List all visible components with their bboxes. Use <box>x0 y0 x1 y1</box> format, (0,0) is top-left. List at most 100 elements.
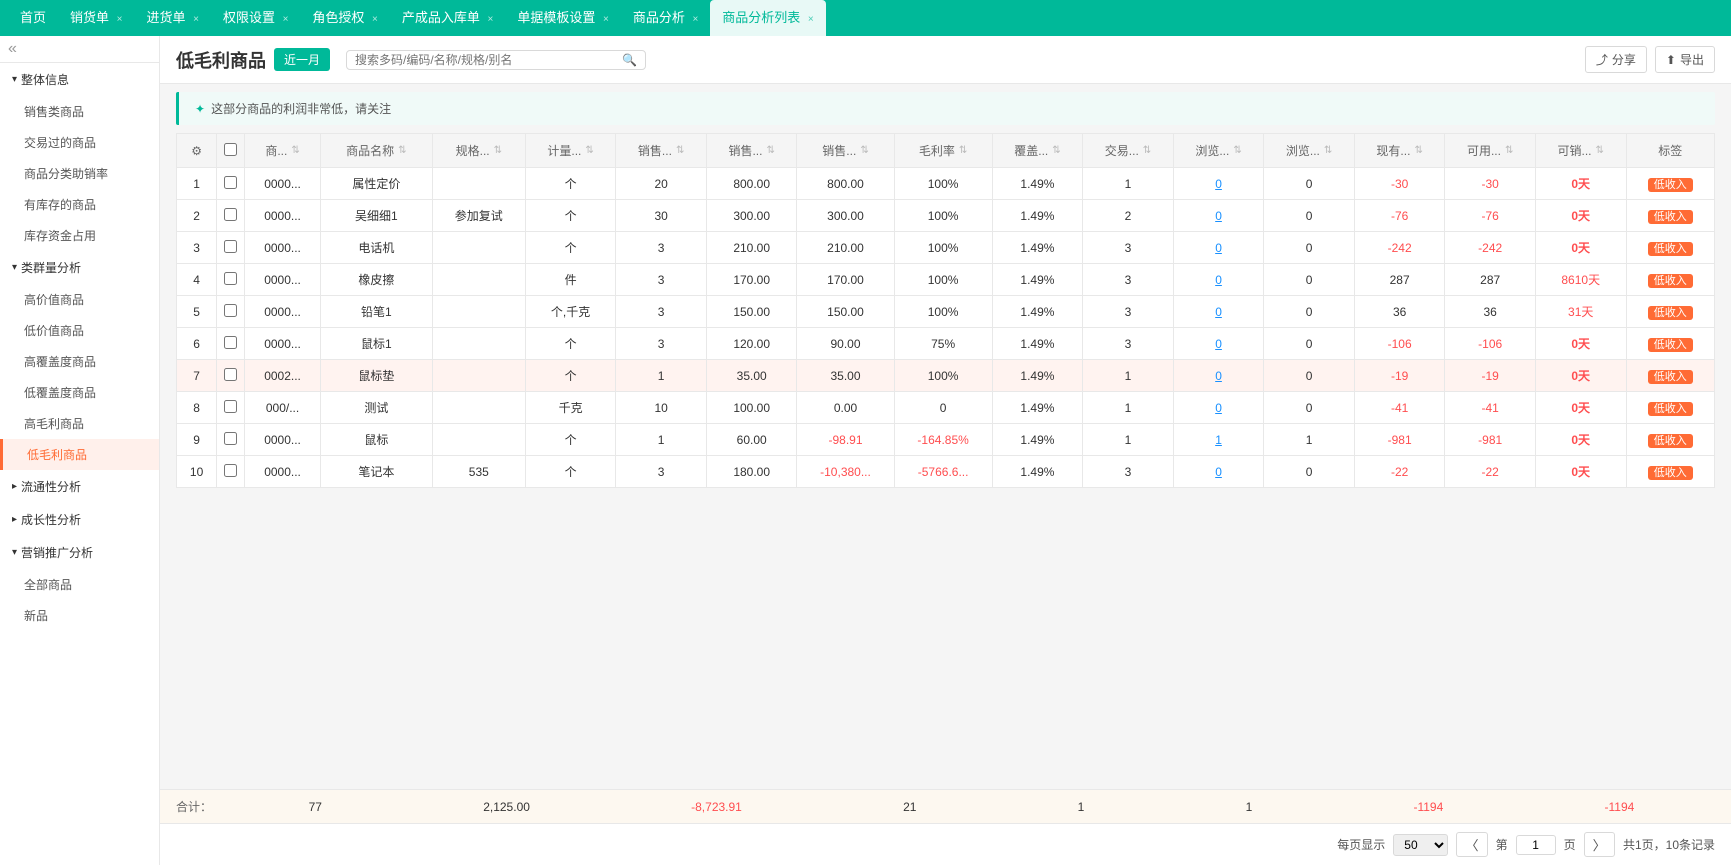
row-select-checkbox[interactable] <box>224 400 237 413</box>
sidebar-item-new-goods[interactable]: 新品 <box>0 600 159 631</box>
nav-permission[interactable]: 权限设置 × <box>211 0 300 36</box>
time-filter-button[interactable]: 近一月 <box>274 48 330 71</box>
th-browse1[interactable]: 浏览...⇅ <box>1173 134 1264 168</box>
page-number-input[interactable] <box>1516 835 1556 855</box>
nav-template[interactable]: 单据模板设置 × <box>505 0 620 36</box>
row-checkbox[interactable] <box>217 296 245 328</box>
th-coverage[interactable]: 覆盖...⇅ <box>992 134 1083 168</box>
nav-close-purchase[interactable]: × <box>193 14 199 25</box>
export-button[interactable]: ⬆ 导出 <box>1655 46 1715 73</box>
row-checkbox[interactable] <box>217 168 245 200</box>
sidebar-collapse-btn[interactable]: « <box>8 40 17 58</box>
next-page-button[interactable]: 〉 <box>1584 832 1615 857</box>
sidebar-group-cluster-header[interactable]: ▾ 类群量分析 <box>0 251 159 284</box>
nav-role[interactable]: 角色授权 × <box>300 0 389 36</box>
row-browse1[interactable]: 0 <box>1173 200 1264 232</box>
row-checkbox[interactable] <box>217 232 245 264</box>
browse1-link[interactable]: 1 <box>1215 433 1222 447</box>
th-unit[interactable]: 计量...⇅ <box>525 134 616 168</box>
row-select-checkbox[interactable] <box>224 208 237 221</box>
browse1-link[interactable]: 0 <box>1215 241 1222 255</box>
sidebar-group-overall-header[interactable]: ▾ 整体信息 <box>0 63 159 96</box>
browse1-link[interactable]: 0 <box>1215 369 1222 383</box>
row-select-checkbox[interactable] <box>224 368 237 381</box>
nav-close-product-entry[interactable]: × <box>488 14 494 25</box>
th-spec[interactable]: 规格...⇅ <box>432 134 525 168</box>
nav-close-template[interactable]: × <box>603 14 609 25</box>
table-container[interactable]: ⚙ 商...⇅ 商品名称⇅ 规格...⇅ 计量...⇅ 销售...⇅ 销售...… <box>160 133 1731 789</box>
row-select-checkbox[interactable] <box>224 464 237 477</box>
browse1-link[interactable]: 0 <box>1215 465 1222 479</box>
row-select-checkbox[interactable] <box>224 304 237 317</box>
settings-icon[interactable]: ⚙ <box>191 144 202 158</box>
th-sales2[interactable]: 销售...⇅ <box>706 134 797 168</box>
th-browse2[interactable]: 浏览...⇅ <box>1264 134 1355 168</box>
nav-close-sales[interactable]: × <box>117 14 123 25</box>
row-checkbox[interactable] <box>217 392 245 424</box>
th-name[interactable]: 商品名称⇅ <box>320 134 432 168</box>
row-browse1[interactable]: 0 <box>1173 264 1264 296</box>
sidebar-item-category-assist[interactable]: 商品分类助销率 <box>0 158 159 189</box>
th-settings[interactable]: ⚙ <box>177 134 217 168</box>
row-checkbox[interactable] <box>217 264 245 296</box>
sidebar-item-in-stock[interactable]: 有库存的商品 <box>0 189 159 220</box>
th-code[interactable]: 商...⇅ <box>245 134 321 168</box>
sidebar-item-low-value[interactable]: 低价值商品 <box>0 315 159 346</box>
nav-close-permission[interactable]: × <box>283 14 289 25</box>
row-browse1[interactable]: 0 <box>1173 392 1264 424</box>
sidebar-group-marketing-header[interactable]: ▾ 营销推广分析 <box>0 536 159 569</box>
th-stock3[interactable]: 可销...⇅ <box>1535 134 1626 168</box>
prev-page-button[interactable]: 〈 <box>1456 832 1487 857</box>
sidebar-item-stock-capital[interactable]: 库存资金占用 <box>0 220 159 251</box>
row-browse1[interactable]: 0 <box>1173 296 1264 328</box>
row-select-checkbox[interactable] <box>224 272 237 285</box>
row-checkbox[interactable] <box>217 456 245 488</box>
browse1-link[interactable]: 0 <box>1215 209 1222 223</box>
search-icon[interactable]: 🔍 <box>622 53 637 67</box>
search-input[interactable] <box>355 53 618 67</box>
nav-sales[interactable]: 销货单 × <box>58 0 134 36</box>
page-size-select[interactable]: 50 100 <box>1393 834 1448 856</box>
row-browse1[interactable]: 0 <box>1173 168 1264 200</box>
nav-purchase[interactable]: 进货单 × <box>134 0 210 36</box>
sidebar-group-flow-header[interactable]: ▸ 流通性分析 <box>0 470 159 503</box>
nav-home[interactable]: 首页 <box>8 0 58 36</box>
nav-goods-analysis[interactable]: 商品分析 × <box>621 0 710 36</box>
sidebar-item-high-value[interactable]: 高价值商品 <box>0 284 159 315</box>
row-checkbox[interactable] <box>217 360 245 392</box>
th-gross[interactable]: 毛利率⇅ <box>894 134 992 168</box>
row-select-checkbox[interactable] <box>224 240 237 253</box>
th-deals[interactable]: 交易...⇅ <box>1083 134 1174 168</box>
browse1-link[interactable]: 0 <box>1215 273 1222 287</box>
sidebar-item-all-goods[interactable]: 全部商品 <box>0 569 159 600</box>
row-select-checkbox[interactable] <box>224 336 237 349</box>
th-stock2[interactable]: 可用...⇅ <box>1445 134 1536 168</box>
nav-close-role[interactable]: × <box>372 14 378 25</box>
th-sales1[interactable]: 销售...⇅ <box>616 134 707 168</box>
sidebar-item-low-coverage[interactable]: 低覆盖度商品 <box>0 377 159 408</box>
sidebar-item-sales-goods[interactable]: 销售类商品 <box>0 96 159 127</box>
th-sales3[interactable]: 销售...⇅ <box>797 134 894 168</box>
sidebar-item-high-gross[interactable]: 高毛利商品 <box>0 408 159 439</box>
browse1-link[interactable]: 0 <box>1215 401 1222 415</box>
share-button[interactable]: ⤴ 分享 <box>1585 46 1647 73</box>
browse1-link[interactable]: 0 <box>1215 305 1222 319</box>
browse1-link[interactable]: 0 <box>1215 337 1222 351</box>
sidebar-group-growth-header[interactable]: ▸ 成长性分析 <box>0 503 159 536</box>
row-select-checkbox[interactable] <box>224 176 237 189</box>
row-checkbox[interactable] <box>217 424 245 456</box>
row-checkbox[interactable] <box>217 200 245 232</box>
nav-close-goods-analysis-list[interactable]: × <box>808 14 814 25</box>
row-browse1[interactable]: 0 <box>1173 360 1264 392</box>
th-stock1[interactable]: 现有...⇅ <box>1354 134 1445 168</box>
row-browse1[interactable]: 1 <box>1173 424 1264 456</box>
nav-product-entry[interactable]: 产成品入库单 × <box>390 0 505 36</box>
nav-close-goods-analysis[interactable]: × <box>692 14 698 25</box>
sidebar-item-low-gross[interactable]: 低毛利商品 <box>0 439 159 470</box>
row-checkbox[interactable] <box>217 328 245 360</box>
select-all-checkbox[interactable] <box>224 143 237 156</box>
browse1-link[interactable]: 0 <box>1215 177 1222 191</box>
row-browse1[interactable]: 0 <box>1173 328 1264 360</box>
nav-goods-analysis-list[interactable]: 商品分析列表 × <box>710 0 825 36</box>
row-browse1[interactable]: 0 <box>1173 456 1264 488</box>
